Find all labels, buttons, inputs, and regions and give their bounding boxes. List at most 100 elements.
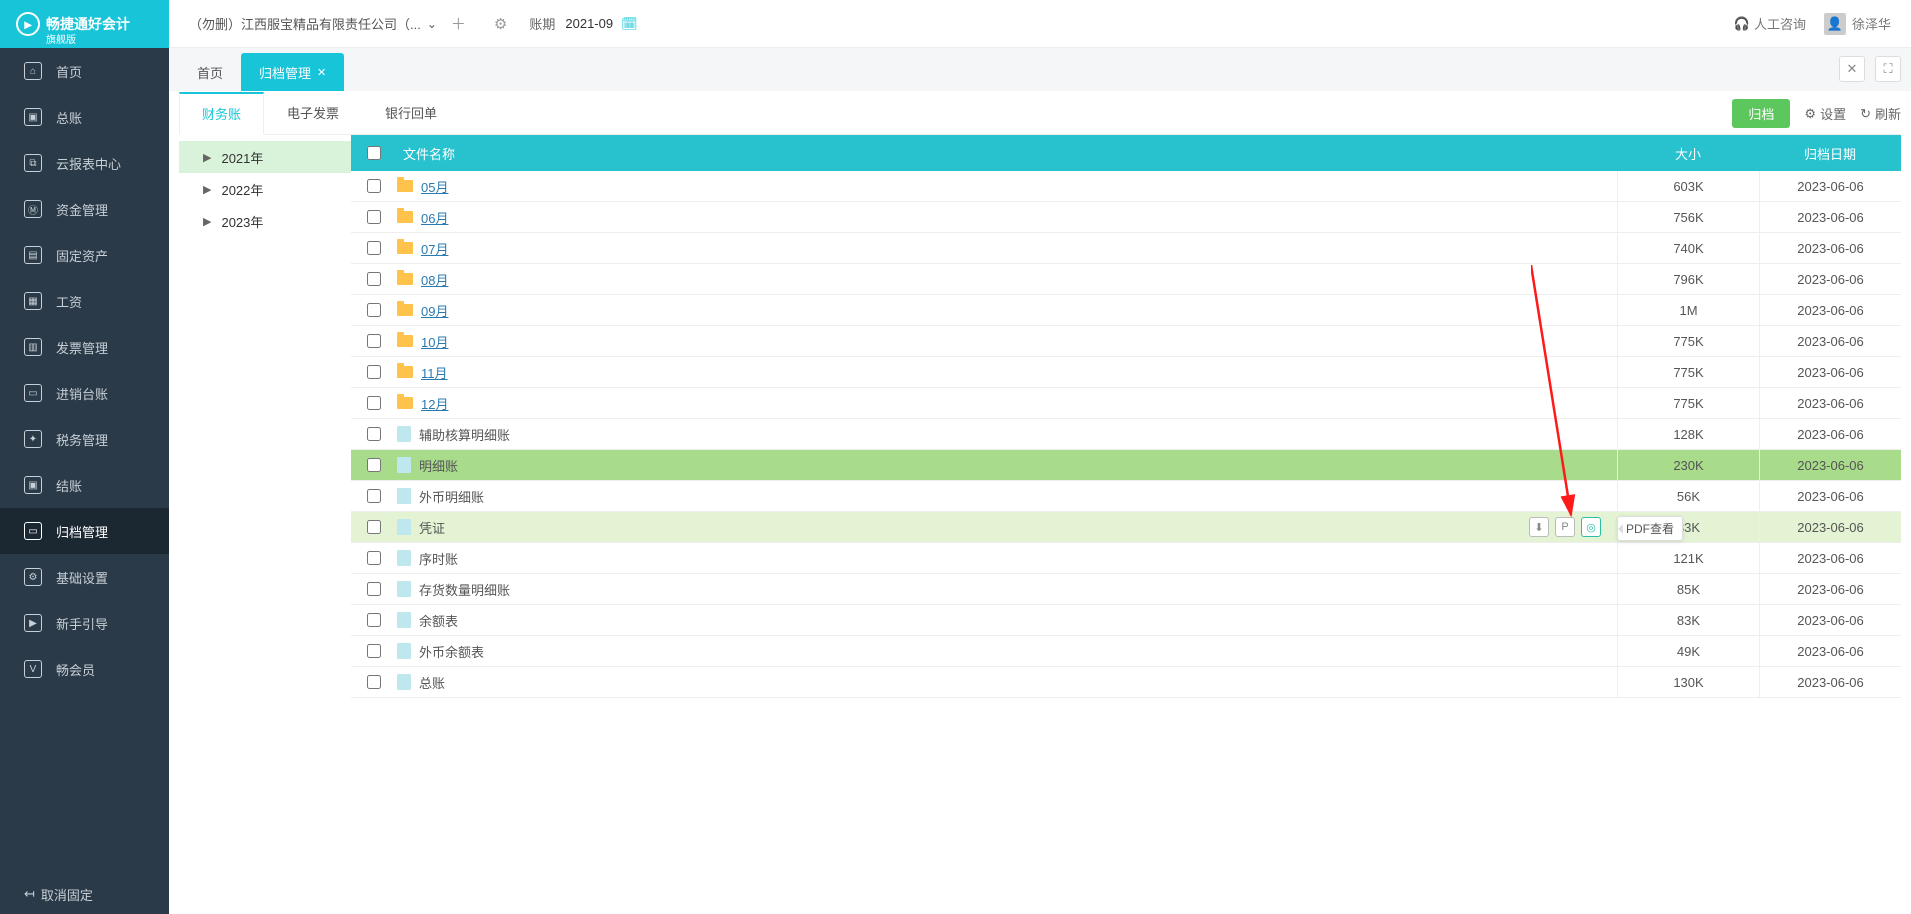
table-row[interactable]: 09月1M2023-06-06 [351,295,1901,326]
gear-icon[interactable]: ⚙ [494,15,507,33]
sidebar-item-label: 总账 [56,108,82,127]
archive-date: 2023-06-06 [1759,419,1901,449]
table-row[interactable]: 外币余额表49K2023-06-06 [351,636,1901,667]
sidebar-item-salary[interactable]: ▦工资 [0,278,169,324]
sidebar-item-invoice[interactable]: ▥发票管理 [0,324,169,370]
file-icon [397,550,411,566]
table-row[interactable]: 辅助核算明细账128K2023-06-06 [351,419,1901,450]
file-name: 外币余额表 [419,642,484,661]
file-name-link[interactable]: 07月 [421,239,448,258]
download-icon[interactable]: ⬇ [1529,517,1549,537]
calendar-icon[interactable]: 🗓 [621,16,638,32]
cloud-icon: ▸ [16,12,40,36]
sidebar-item-label: 畅会员 [56,660,95,679]
sidebar-item-gear[interactable]: ⚙基础设置 [0,554,169,600]
sidebar-item-archive[interactable]: ▭归档管理 [0,508,169,554]
table-row[interactable]: 存货数量明细账85K2023-06-06 [351,574,1901,605]
file-name-link[interactable]: 12月 [421,394,448,413]
sidebar-item-tax[interactable]: ✦税务管理 [0,416,169,462]
table-row[interactable]: 明细账230K2023-06-06 [351,450,1901,481]
sidebar-item-stock[interactable]: ▭进销台账 [0,370,169,416]
sidebar-item-vip[interactable]: V畅会员 [0,646,169,692]
file-name-link[interactable]: 08月 [421,270,448,289]
file-name-link[interactable]: 11月 [421,363,448,382]
table-row[interactable]: 总账130K2023-06-06 [351,667,1901,698]
support-button[interactable]: 🎧 人工咨询 [1734,14,1806,33]
table-row[interactable]: 10月775K2023-06-06 [351,326,1901,357]
file-name-link[interactable]: 10月 [421,332,448,351]
file-icon [397,581,411,597]
table-row[interactable]: 07月740K2023-06-06 [351,233,1901,264]
year-item[interactable]: ▶ 2022年 [179,173,351,205]
row-checkbox[interactable] [367,272,381,286]
sidebar-item-chart[interactable]: ⧉云报表中心 [0,140,169,186]
sidebar-item-asset[interactable]: ▤固定资产 [0,232,169,278]
file-name-link[interactable]: 06月 [421,208,448,227]
row-checkbox[interactable] [367,241,381,255]
row-checkbox[interactable] [367,489,381,503]
close-all-tabs-button[interactable]: ✕ [1839,56,1865,82]
row-checkbox[interactable] [367,427,381,441]
sidebar-item-close[interactable]: ▣结账 [0,462,169,508]
sidebar-unpin[interactable]: ↤取消固定 [0,874,169,914]
period-value[interactable]: 2021-09 [565,16,613,31]
row-checkbox[interactable] [367,644,381,658]
file-name-link[interactable]: 09月 [421,301,448,320]
page-tab[interactable]: 首页 [179,53,241,91]
row-checkbox[interactable] [367,210,381,224]
table-row[interactable]: 外币明细账56K2023-06-06 [351,481,1901,512]
company-selector[interactable]: （勿删）江西服宝精品有限责任公司（... ⌄ [189,14,437,33]
sidebar-item-label: 发票管理 [56,338,108,357]
brand-logo[interactable]: ▸ 畅捷通好会计 旗舰版 [0,0,169,48]
pdf-icon[interactable]: P [1555,517,1575,537]
table-row[interactable]: 08月796K2023-06-06 [351,264,1901,295]
row-checkbox[interactable] [367,179,381,193]
page-tab[interactable]: 归档管理✕ [241,53,344,91]
subtab[interactable]: 银行回单 [362,92,460,134]
table-body: 05月603K2023-06-0606月756K2023-06-0607月740… [351,171,1901,904]
table-row[interactable]: 12月775K2023-06-06 [351,388,1901,419]
preview-icon[interactable]: ◎ [1581,517,1601,537]
row-checkbox[interactable] [367,675,381,689]
table-row[interactable]: 凭证⬇P◎PDF查看33K2023-06-06 [351,512,1901,543]
table-row[interactable]: 05月603K2023-06-06 [351,171,1901,202]
folder-icon [397,242,413,254]
archive-date: 2023-06-06 [1759,636,1901,666]
user-menu[interactable]: 👤 徐泽华 [1824,13,1891,35]
row-checkbox[interactable] [367,303,381,317]
main-area: （勿删）江西服宝精品有限责任公司（... ⌄ ＋ ⚙ 账期 2021-09 🗓 … [169,0,1911,914]
subtab[interactable]: 财务账 [179,92,264,135]
close-icon[interactable]: ✕ [317,66,326,79]
row-checkbox[interactable] [367,551,381,565]
year-item[interactable]: ▶2023年 [179,205,351,237]
row-checkbox[interactable] [367,365,381,379]
table-row[interactable]: 余额表83K2023-06-06 [351,605,1901,636]
row-checkbox[interactable] [367,458,381,472]
fullscreen-button[interactable]: ⛶ [1875,56,1901,82]
table-row[interactable]: 序时账121K2023-06-06 [351,543,1901,574]
sidebar-item-home[interactable]: ⌂首页 [0,48,169,94]
row-checkbox[interactable] [367,613,381,627]
row-checkbox[interactable] [367,582,381,596]
sidebar-item-label: 结账 [56,476,82,495]
year-item[interactable]: ▶2021年 [179,141,351,173]
add-icon[interactable]: ＋ [451,13,466,34]
refresh-button[interactable]: ↻刷新 [1860,104,1901,123]
settings-button[interactable]: ⚙设置 [1804,104,1846,123]
subtab[interactable]: 电子发票 [264,92,362,134]
row-checkbox[interactable] [367,520,381,534]
table-row[interactable]: 11月775K2023-06-06 [351,357,1901,388]
sidebar-item-ledger[interactable]: ▣ 总账 [0,94,169,140]
sidebar-item-money[interactable]: Ⓜ资金管理 [0,186,169,232]
select-all-checkbox[interactable] [367,146,381,160]
ledger-icon: ▣ [24,108,42,126]
archive-button[interactable]: 归档 [1732,99,1790,128]
year-label: 2022年 [221,180,263,199]
sidebar-item-guide[interactable]: ▶新手引导 [0,600,169,646]
row-checkbox[interactable] [367,396,381,410]
table-row[interactable]: 06月756K2023-06-06 [351,202,1901,233]
row-checkbox[interactable] [367,334,381,348]
sidebar-item-label: 进销台账 [56,384,108,403]
file-name-link[interactable]: 05月 [421,177,448,196]
caret-right-icon: ▶ [203,183,211,196]
